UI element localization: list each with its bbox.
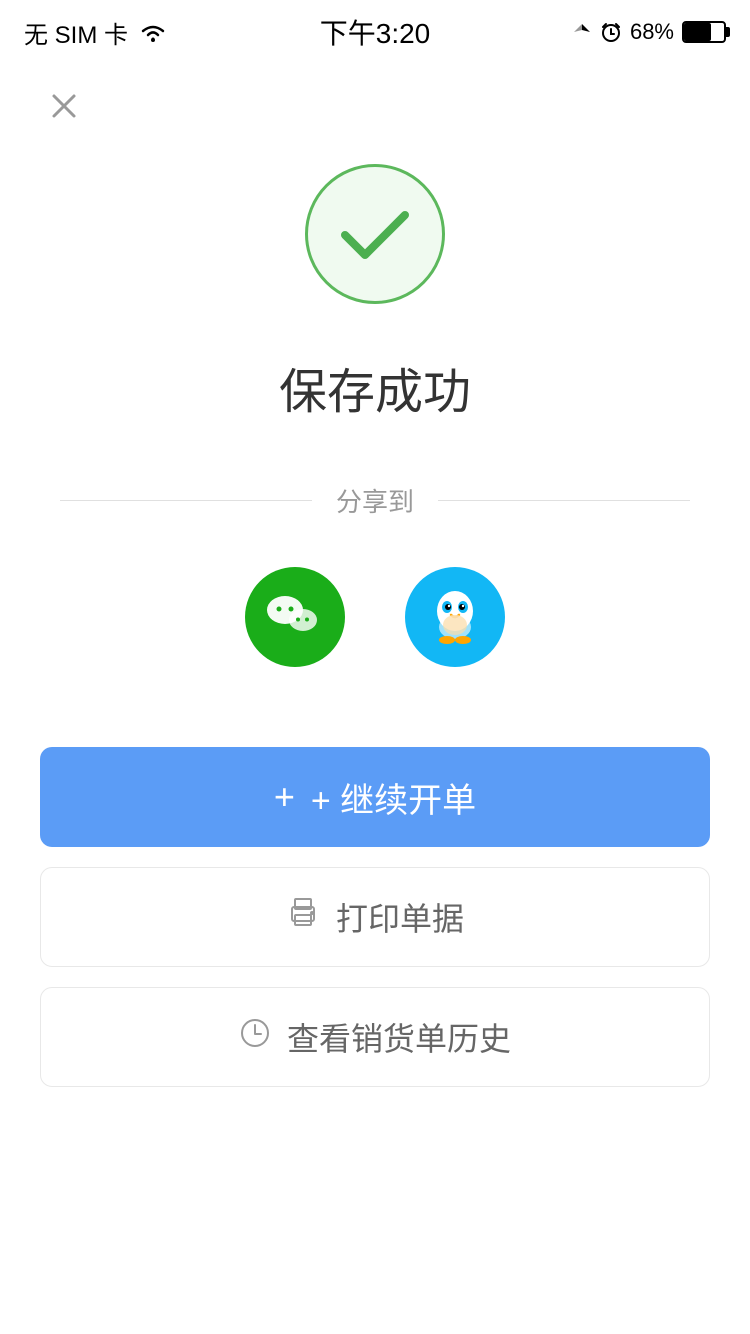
status-time: 下午3:20 bbox=[320, 12, 431, 52]
divider-line-right bbox=[438, 500, 690, 501]
checkmark-icon bbox=[340, 207, 410, 262]
success-title: 保存成功 bbox=[279, 352, 471, 422]
status-left: 无 SIM 卡 bbox=[24, 15, 168, 50]
continue-button[interactable]: + + 继续开单 bbox=[40, 747, 710, 847]
qq-icon bbox=[425, 585, 485, 650]
clock-icon bbox=[239, 1017, 271, 1057]
continue-label: + 继续开单 bbox=[311, 773, 476, 822]
wifi-icon bbox=[138, 21, 168, 43]
plus-icon: + bbox=[274, 779, 295, 815]
share-label: 分享到 bbox=[312, 482, 438, 519]
success-circle bbox=[305, 164, 445, 304]
carrier-text: 无 SIM 卡 bbox=[24, 15, 128, 50]
status-right: 68% bbox=[572, 19, 726, 45]
status-bar: 无 SIM 卡 下午3:20 68% bbox=[0, 0, 750, 64]
divider-line-left bbox=[60, 500, 312, 501]
battery-icon bbox=[682, 21, 726, 43]
print-button[interactable]: 打印单据 bbox=[40, 867, 710, 967]
alarm-icon bbox=[600, 21, 622, 43]
actions-container: + + 继续开单 打印单据 查看销货单历 bbox=[0, 747, 750, 1087]
share-qq-button[interactable] bbox=[405, 567, 505, 667]
share-icons-row bbox=[245, 567, 505, 667]
close-icon bbox=[49, 91, 79, 121]
history-label: 查看销货单历史 bbox=[287, 1014, 511, 1060]
main-content: 保存成功 分享到 bbox=[0, 64, 750, 1087]
location-icon bbox=[572, 22, 592, 42]
history-button[interactable]: 查看销货单历史 bbox=[40, 987, 710, 1087]
close-button[interactable] bbox=[40, 82, 88, 130]
share-divider: 分享到 bbox=[0, 482, 750, 519]
wechat-icon bbox=[265, 590, 325, 645]
share-wechat-button[interactable] bbox=[245, 567, 345, 667]
battery-percent: 68% bbox=[630, 19, 674, 45]
print-label: 打印单据 bbox=[336, 894, 464, 940]
printer-icon bbox=[286, 897, 320, 937]
